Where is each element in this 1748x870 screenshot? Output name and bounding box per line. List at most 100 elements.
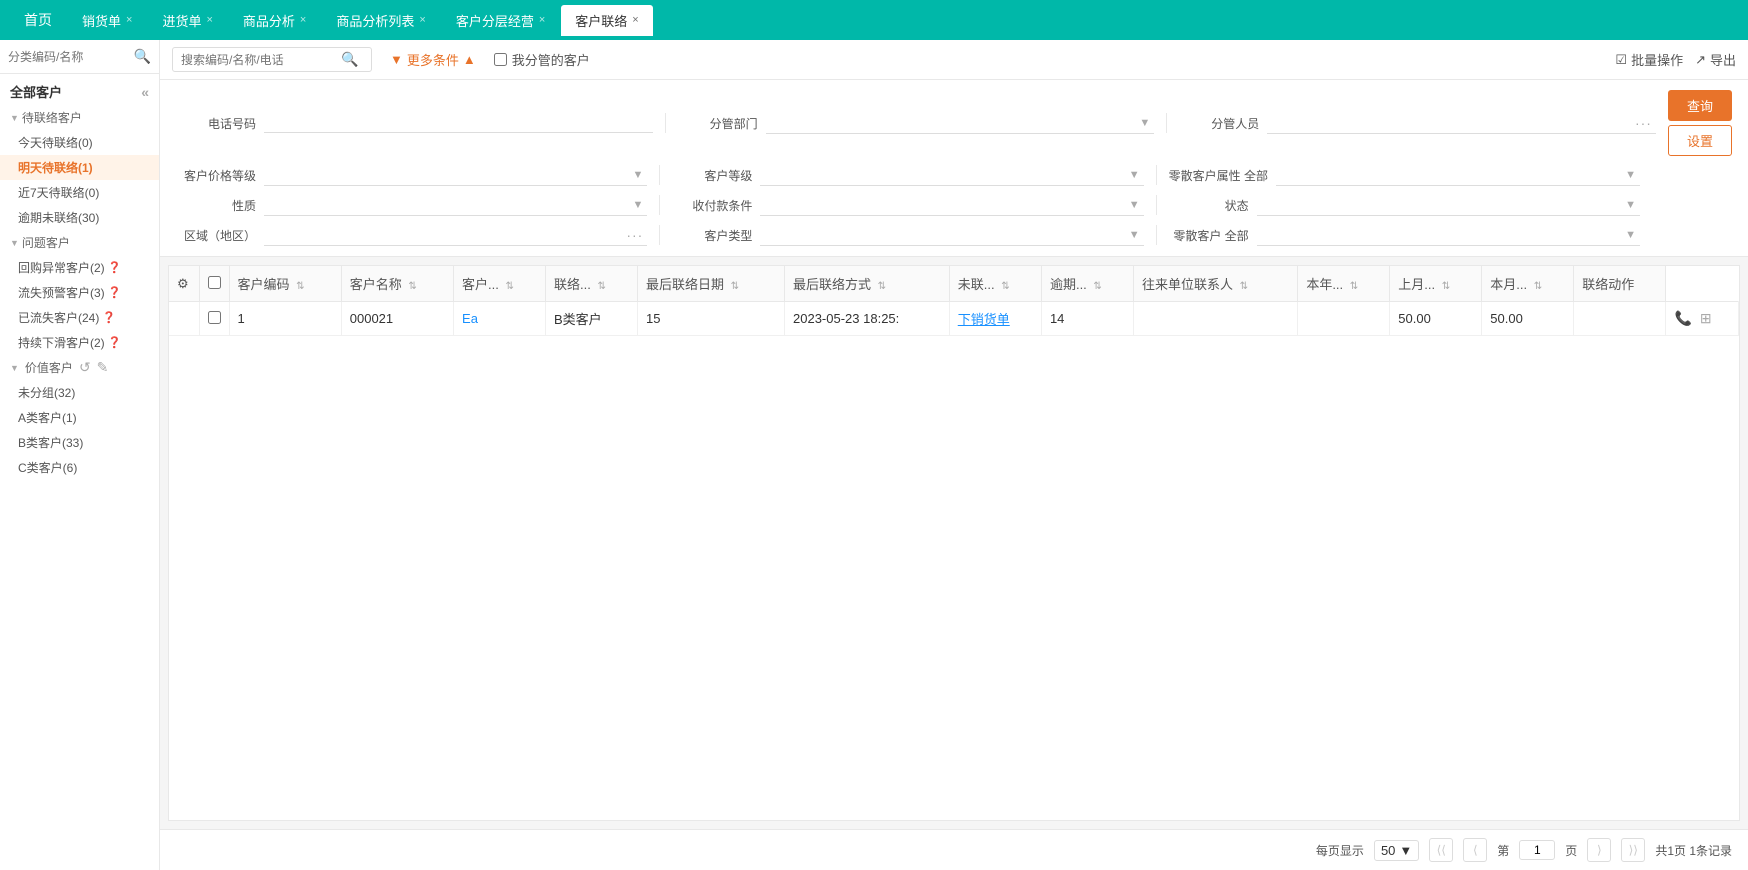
refresh-icon[interactable]: ↺ xyxy=(79,359,91,376)
search-icon[interactable]: 🔍 xyxy=(341,51,358,68)
row-type: B类客户 xyxy=(546,302,638,336)
row-contact-count: 15 xyxy=(638,302,785,336)
sidebar-item-class-a[interactable]: A类客户(1) xyxy=(0,405,159,430)
filter-region-label: 区域（地区） xyxy=(176,227,256,244)
sort-icon: ⇅ xyxy=(1093,281,1101,292)
divider xyxy=(665,113,666,133)
divider xyxy=(1156,225,1157,245)
query-button[interactable]: 查询 xyxy=(1668,90,1732,121)
sidebar-item-today[interactable]: 今天待联络(0) xyxy=(0,130,159,155)
sidebar-item-churn-warning[interactable]: 流失预警客户(3) ❓ xyxy=(0,280,159,305)
page-prev-btn[interactable]: ⟨ xyxy=(1463,838,1487,862)
close-icon[interactable]: × xyxy=(300,14,306,26)
filter-dept-label: 分管部门 xyxy=(678,115,758,132)
nav-customer-contact[interactable]: 客户联络 × xyxy=(561,5,652,36)
close-icon[interactable]: × xyxy=(632,14,638,26)
filter-person-select[interactable]: ··· xyxy=(1267,112,1656,134)
filter-customer-type-select[interactable]: ▼ xyxy=(760,224,1143,246)
filter-retail-attr-select[interactable]: ▼ xyxy=(1276,164,1640,186)
table-col-type: 客户... ⇅ xyxy=(454,266,546,302)
sidebar-group-value[interactable]: 价值客户 ↺ ✎ xyxy=(0,355,159,380)
nav-goods-analysis[interactable]: 商品分析 × xyxy=(229,5,320,36)
page-first-btn[interactable]: ⟨⟨ xyxy=(1429,838,1453,862)
sidebar-search-icon[interactable]: 🔍 xyxy=(134,48,151,65)
sidebar-item-churned[interactable]: 已流失客户(24) ❓ xyxy=(0,305,159,330)
filter-price-level-select[interactable]: ▼ xyxy=(264,164,647,186)
filter-phone: 电话号码 xyxy=(176,114,653,133)
grid-icon[interactable]: ⊞ xyxy=(1700,310,1712,327)
last-method-link[interactable]: 下销货单 xyxy=(958,312,1010,327)
nav-sales[interactable]: 销货单 × xyxy=(68,5,146,36)
filter-region-select[interactable]: ··· xyxy=(264,224,647,246)
my-customers-checkbox-label[interactable]: 我分管的客户 xyxy=(494,50,590,69)
chevron-down-icon: ▼ xyxy=(1625,169,1636,181)
sidebar-group-pending[interactable]: 待联络客户 xyxy=(0,105,159,130)
filter-region: 区域（地区） ··· xyxy=(176,224,647,246)
filter-more-btn[interactable]: ▼ 更多条件 ▲ xyxy=(382,46,484,73)
row-select-checkbox[interactable] xyxy=(208,311,221,324)
sort-icon: ⇅ xyxy=(505,281,513,292)
question-icon: ❓ xyxy=(108,286,122,299)
close-icon[interactable]: × xyxy=(126,14,132,26)
close-icon[interactable]: × xyxy=(419,14,425,26)
row-name: Ea xyxy=(454,302,546,336)
filter-retail-attr: 零散客户属性 全部 ▼ xyxy=(1169,164,1640,186)
phone-icon[interactable]: 📞 xyxy=(1674,310,1691,327)
filter-payment-select[interactable]: ▼ xyxy=(760,194,1143,216)
per-page-select[interactable]: 50 ▼ xyxy=(1374,840,1419,861)
table-col-last-method: 最后联络方式 ⇅ xyxy=(785,266,950,302)
select-all-checkbox[interactable] xyxy=(208,276,221,289)
page-next-btn[interactable]: ⟩ xyxy=(1587,838,1611,862)
nav-customer-tier[interactable]: 客户分层经营 × xyxy=(442,5,559,36)
sort-icon: ⇅ xyxy=(1442,281,1450,292)
row-this-month xyxy=(1574,302,1666,336)
settings-icon[interactable]: ⚙ xyxy=(177,276,189,291)
search-input[interactable] xyxy=(181,53,341,67)
collapse-icon[interactable]: « xyxy=(141,84,149,100)
sidebar-item-overdue[interactable]: 逾期未联络(30) xyxy=(0,205,159,230)
row-checkbox xyxy=(199,302,229,336)
edit-icon[interactable]: ✎ xyxy=(97,359,109,376)
row-last-month: 50.00 xyxy=(1482,302,1574,336)
nav-goods-analysis-list[interactable]: 商品分析列表 × xyxy=(322,5,439,36)
page-input[interactable] xyxy=(1519,840,1555,860)
filter-nature-select[interactable]: ▼ xyxy=(264,194,647,216)
sidebar-search-input[interactable] xyxy=(8,50,134,64)
set-button[interactable]: 设置 xyxy=(1668,125,1732,156)
sidebar-item-tomorrow[interactable]: 明天待联络(1) xyxy=(0,155,159,180)
sidebar-item-class-b[interactable]: B类客户(33) xyxy=(0,430,159,455)
more-icon: ··· xyxy=(626,227,643,243)
sidebar-all-customers[interactable]: 全部客户 « xyxy=(0,74,159,105)
page-last-btn[interactable]: ⟩⟩ xyxy=(1621,838,1645,862)
filter-icon: ▼ xyxy=(390,52,403,67)
top-nav: 首页 销货单 × 进货单 × 商品分析 × 商品分析列表 × 客户分层经营 × … xyxy=(0,0,1748,40)
filter-dept-select[interactable]: ▼ xyxy=(766,112,1155,134)
export-btn[interactable]: ↗ 导出 xyxy=(1695,50,1736,69)
table-col-last-date: 最后联络日期 ⇅ xyxy=(638,266,785,302)
table-row: 1 000021 Ea B类客户 15 2023-05-23 18:25: 下销… xyxy=(169,302,1739,336)
sidebar-item-ungrouped[interactable]: 未分组(32) xyxy=(0,380,159,405)
sidebar-item-repurchase-abnormal[interactable]: 回购异常客户(2) ❓ xyxy=(0,255,159,280)
close-icon[interactable]: × xyxy=(539,14,545,26)
sidebar-item-declining[interactable]: 持续下滑客户(2) ❓ xyxy=(0,330,159,355)
nav-home[interactable]: 首页 xyxy=(10,4,66,36)
sort-icon: ⇅ xyxy=(1240,281,1248,292)
sidebar-item-7days[interactable]: 近7天待联络(0) xyxy=(0,180,159,205)
filter-phone-input[interactable] xyxy=(264,114,653,133)
filter-panel: 电话号码 分管部门 ▼ 分管人员 ··· xyxy=(160,80,1748,257)
table-col-this-month: 本月... ⇅ xyxy=(1482,266,1574,302)
batch-op-btn[interactable]: ☑ 批量操作 xyxy=(1615,50,1683,69)
filter-status-select[interactable]: ▼ xyxy=(1257,194,1640,216)
close-icon[interactable]: × xyxy=(206,14,212,26)
row-num: 1 xyxy=(229,302,341,336)
my-customers-checkbox[interactable] xyxy=(494,53,507,66)
sidebar-item-class-c[interactable]: C类客户(6) xyxy=(0,455,159,480)
table-col-code: 客户编码 ⇅ xyxy=(229,266,341,302)
row-gear xyxy=(169,302,199,336)
nav-purchase[interactable]: 进货单 × xyxy=(148,5,226,36)
sort-icon: ⇅ xyxy=(1534,281,1542,292)
filter-retail-customer-select[interactable]: ▼ xyxy=(1257,224,1640,246)
filter-customer-level-select[interactable]: ▼ xyxy=(760,164,1143,186)
sidebar-group-problem[interactable]: 问题客户 xyxy=(0,230,159,255)
toolbar-right: ☑ 批量操作 ↗ 导出 xyxy=(1615,50,1736,69)
